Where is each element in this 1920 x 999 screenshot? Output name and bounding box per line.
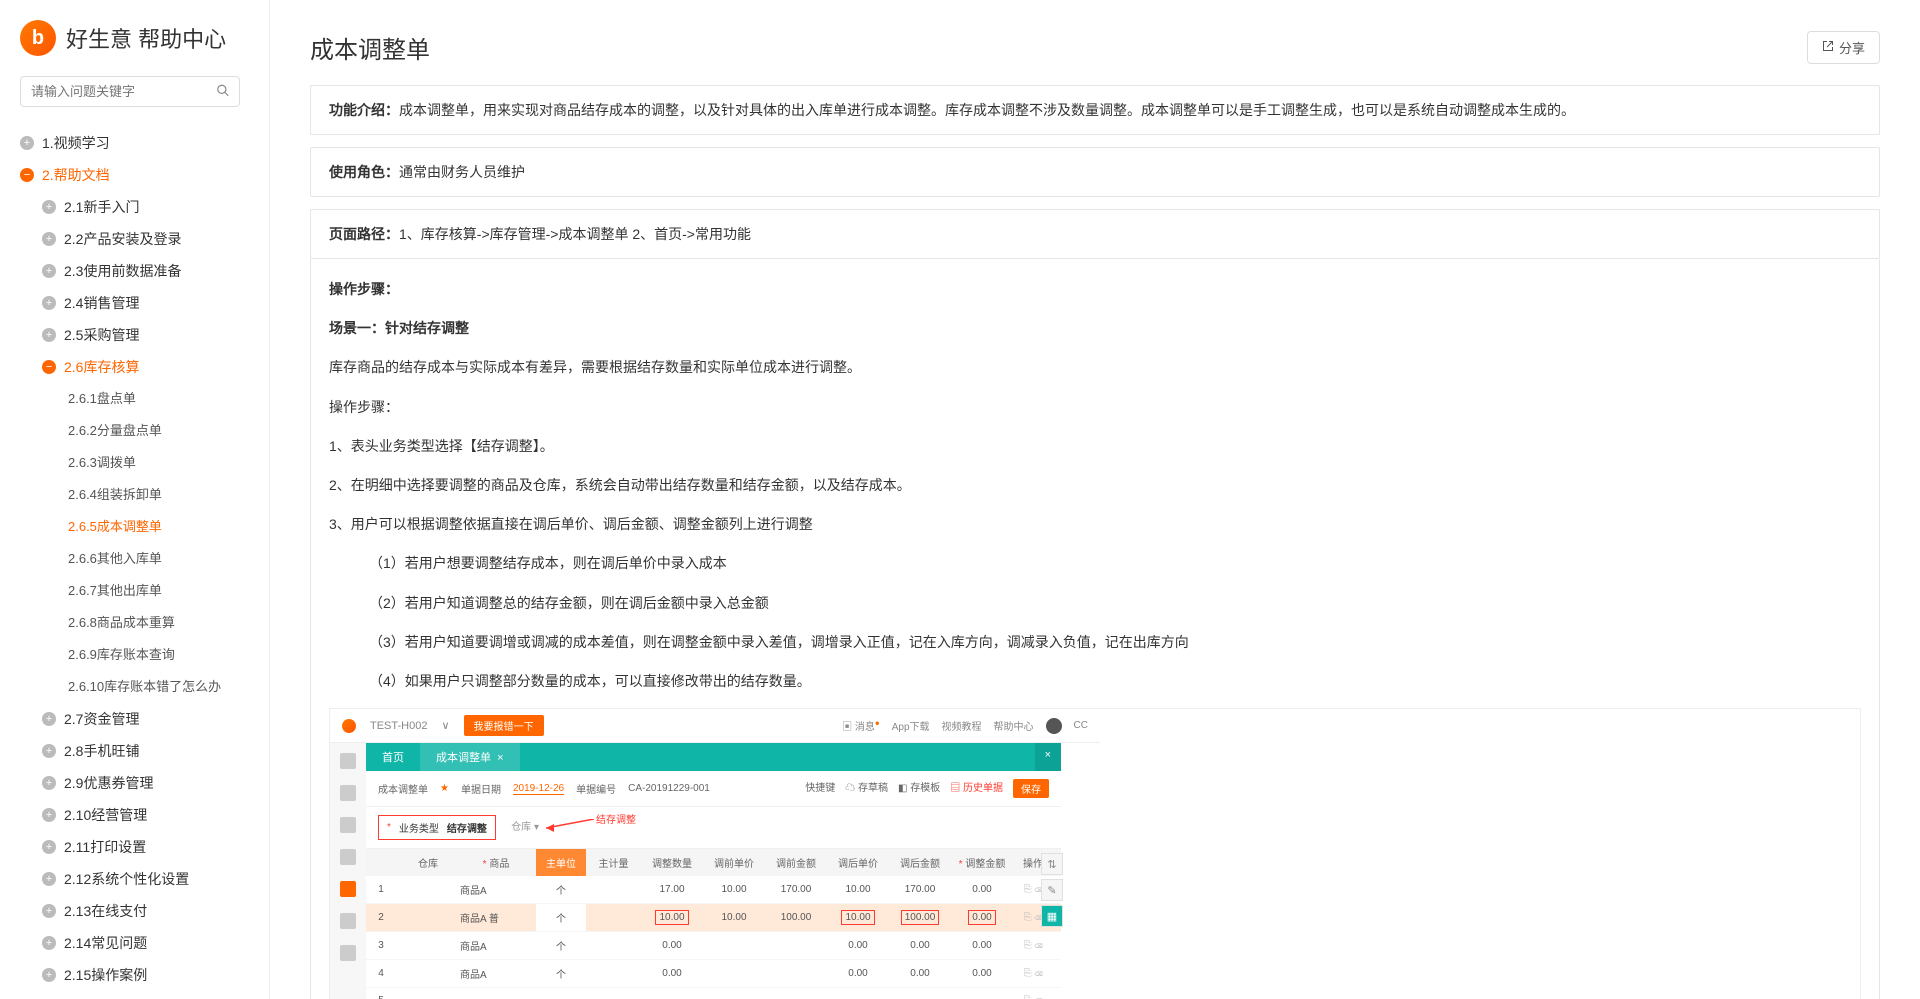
search-input[interactable] (20, 76, 240, 107)
table-row: 2商品A 普个10.0010.00100.0010.00100.000.00⎘ … (366, 904, 1061, 932)
table-row: 3商品A个0.000.000.000.00⎘ ⌫ (366, 932, 1061, 960)
embedded-screenshot: TEST-H002 ∨ 我要报错一下 ▣ 消息● App下载 视频教程 帮助中心… (329, 708, 1861, 999)
intro-text: 成本调整单，用来实现对商品结存成本的调整，以及针对具体的出入库单进行成本调整。库… (399, 102, 1575, 118)
shot-topbar: TEST-H002 ∨ 我要报错一下 ▣ 消息● App下载 视频教程 帮助中心… (330, 709, 1100, 743)
nav-2-1[interactable]: +2.1新手入门 (20, 191, 269, 223)
nav-2-6-1[interactable]: 2.6.1盘点单 (20, 383, 269, 415)
scenario-head: 场景一：针对结存调整 (329, 316, 1861, 341)
steps-p2: 操作步骤： (329, 395, 1861, 420)
share-icon (1822, 40, 1834, 55)
shot-org: TEST-H002 (370, 720, 427, 732)
search-box (20, 76, 240, 107)
nav-2-4[interactable]: +2.4销售管理 (20, 287, 269, 319)
nav-2-6-5[interactable]: 2.6.5成本调整单 (20, 511, 269, 543)
star-icon: ★ (440, 783, 449, 794)
doc-date: 2019-12-26 (513, 783, 564, 795)
sub-1: （1）若用户想要调整结存成本，则在调后单价中录入成本 (329, 551, 1861, 576)
nav-2-6-8[interactable]: 2.6.8商品成本重算 (20, 607, 269, 639)
save-button: 保存 (1013, 779, 1049, 798)
content: 成本调整单 分享 功能介绍：成本调整单，用来实现对商品结存成本的调整，以及针对具… (270, 0, 1920, 999)
steps-head: 操作步骤： (329, 277, 1861, 302)
biz-type-field: * 业务类型 结存调整 (378, 815, 496, 840)
nav-2-6-3[interactable]: 2.6.3调拨单 (20, 447, 269, 479)
app-link: App下载 (892, 718, 930, 733)
help-link: 帮助中心 (994, 718, 1034, 733)
role-box: 使用角色：通常由财务人员维护 (310, 147, 1880, 197)
shot-logo-icon (342, 719, 356, 733)
nav-2-6-7[interactable]: 2.6.7其他出库单 (20, 575, 269, 607)
nav-2-6-2[interactable]: 2.6.2分量盘点单 (20, 415, 269, 447)
path-label: 页面路径： (329, 226, 399, 242)
nav-docs[interactable]: −2.帮助文档 (20, 159, 269, 191)
sub-2: （2）若用户知道调整总的结存金额，则在调后金额中录入总金额 (329, 591, 1861, 616)
nav-2-13[interactable]: +2.13在线支付 (20, 895, 269, 927)
doc-header: 成本调整单 ★ 单据日期 2019-12-26 单据编号 CA-20191229… (366, 771, 1061, 807)
nav-2-7[interactable]: +2.7资金管理 (20, 703, 269, 735)
step-2: 2、在明细中选择要调整的商品及仓库，系统会自动带出结存数量和结存金额，以及结存成… (329, 473, 1861, 498)
search-icon[interactable] (216, 83, 230, 100)
annotation-biztype: 结存调整 (596, 811, 636, 826)
nav-2-6-9[interactable]: 2.6.9库存账本查询 (20, 639, 269, 671)
doc-no: CA-20191229-001 (628, 783, 710, 794)
brand-logo-icon: b (20, 20, 56, 56)
tab-doc: 成本调整单 × (420, 743, 520, 771)
nav-2-6-10[interactable]: 2.6.10库存账本错了怎么办 (20, 671, 269, 703)
nav-2-6-6[interactable]: 2.6.6其他入库单 (20, 543, 269, 575)
steps-box: 操作步骤： 场景一：针对结存调整 库存商品的结存成本与实际成本有差异，需要根据结… (310, 259, 1880, 999)
nav-2-6-4[interactable]: 2.6.4组装拆卸单 (20, 479, 269, 511)
path-text: 1、库存核算->库存管理->成本调整单 2、首页->常用功能 (399, 226, 751, 242)
nav-tree: +1.视频学习 −2.帮助文档 +2.1新手入门 +2.2产品安装及登录 +2.… (20, 127, 269, 991)
page-title: 成本调整单 (310, 30, 430, 65)
path-box: 页面路径：1、库存核算->库存管理->成本调整单 2、首页->常用功能 (310, 209, 1880, 259)
tab-home: 首页 (366, 743, 420, 771)
nav-2-5[interactable]: +2.5采购管理 (20, 319, 269, 351)
nav-2-3[interactable]: +2.3使用前数据准备 (20, 255, 269, 287)
shot-tabs: 首页 成本调整单 × × (366, 743, 1061, 771)
tab-close-all: × (1035, 743, 1061, 771)
nav-2-14[interactable]: +2.14常见问题 (20, 927, 269, 959)
steps-p1: 库存商品的结存成本与实际成本有差异，需要根据结存数量和实际单位成本进行调整。 (329, 355, 1861, 380)
role-text: 通常由财务人员维护 (399, 164, 525, 180)
table-row: 1商品A个17.0010.00170.0010.00170.000.00⎘ ⌫ (366, 876, 1061, 904)
biz-type-row: * 业务类型 结存调整 仓库 ▾ 结存调整 (366, 807, 1061, 849)
intro-label: 功能介绍： (329, 102, 399, 118)
table-row: 4商品A个0.000.000.000.00⎘ ⌫ (366, 960, 1061, 988)
doc-name: 成本调整单 (378, 781, 428, 796)
brand-title: 好生意 帮助中心 (66, 22, 226, 54)
feedback-button: 我要报错一下 (464, 715, 544, 736)
nav-2-9[interactable]: +2.9优惠券管理 (20, 767, 269, 799)
nav-2-11[interactable]: +2.11打印设置 (20, 831, 269, 863)
table-header: 仓库 * 商品 主单位主计量 调整数量调前单价 调前金额调后单价 调后金额 * … (366, 849, 1061, 876)
table-row: 5⎘ ⌫ (366, 988, 1061, 999)
shot-sidebar (330, 743, 366, 999)
nav-video[interactable]: +1.视频学习 (20, 127, 269, 159)
nav-2-6[interactable]: −2.6库存核算 (20, 351, 269, 383)
nav-2-15[interactable]: +2.15操作案例 (20, 959, 269, 991)
step-3: 3、用户可以根据调整依据直接在调后单价、调后金额、调整金额列上进行调整 (329, 512, 1861, 537)
sub-4: （4）如果用户只调整部分数量的成本，可以直接修改带出的结存数量。 (329, 669, 1861, 694)
sidebar: b 好生意 帮助中心 +1.视频学习 −2.帮助文档 +2.1新手入门 +2.2… (0, 0, 270, 999)
avatar-icon (1046, 718, 1062, 734)
msg-icon: ▣ 消息● (842, 718, 880, 733)
side-tools: ⇅✎▦ (1041, 853, 1063, 927)
video-link: 视频教程 (942, 718, 982, 733)
step-1: 1、表头业务类型选择【结存调整】。 (329, 434, 1861, 459)
nav-2-10[interactable]: +2.10经营管理 (20, 799, 269, 831)
share-button[interactable]: 分享 (1807, 31, 1880, 64)
intro-box: 功能介绍：成本调整单，用来实现对商品结存成本的调整，以及针对具体的出入库单进行成… (310, 85, 1880, 135)
brand-row: b 好生意 帮助中心 (20, 20, 269, 56)
sub-3: （3）若用户知道要调增或调减的成本差值，则在调整金额中录入差值，调增录入正值，记… (329, 630, 1861, 655)
nav-2-2[interactable]: +2.2产品安装及登录 (20, 223, 269, 255)
inventory-icon (340, 881, 356, 897)
user-name: CC (1074, 720, 1088, 731)
nav-2-8[interactable]: +2.8手机旺铺 (20, 735, 269, 767)
role-label: 使用角色： (329, 164, 399, 180)
nav-2-12[interactable]: +2.12系统个性化设置 (20, 863, 269, 895)
